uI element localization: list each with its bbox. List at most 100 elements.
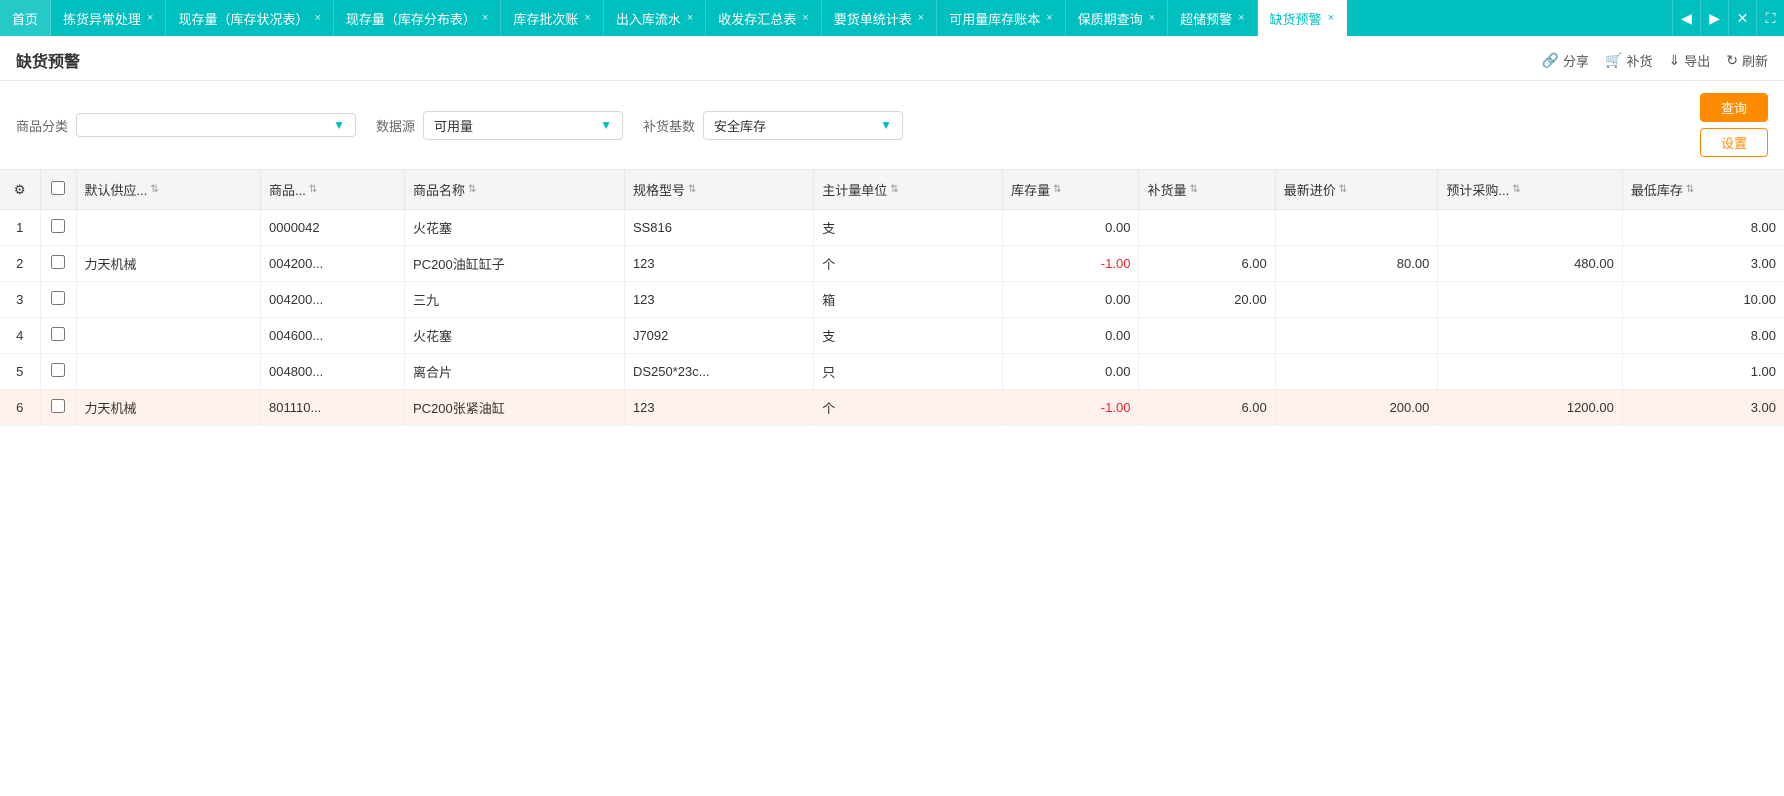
commodity-filter-group: 商品分类 ▼ [16, 113, 356, 137]
sort-icon: ⇅ [1339, 184, 1347, 195]
nav-tab-8[interactable]: 可用量库存账本 × [937, 0, 1065, 36]
row-min-stock: 1.00 [1622, 354, 1784, 390]
estimated-sort[interactable]: 预计采购... ⇅ [1446, 180, 1520, 199]
filter-action-buttons: 查询 设置 [1700, 93, 1768, 157]
replenish-sort[interactable]: 补货量 ⇅ [1147, 180, 1197, 199]
query-button[interactable]: 查询 [1700, 93, 1768, 122]
setting-button[interactable]: 设置 [1700, 128, 1768, 157]
fullscreen-button[interactable]: ⛶ [1756, 0, 1784, 36]
close-all-button[interactable]: ✕ [1728, 0, 1756, 36]
nav-tab-7[interactable]: 要货单统计表 × [822, 0, 937, 36]
nav-tab-3[interactable]: 现存量（库存分布表） × [334, 0, 501, 36]
row-replenish: 20.00 [1139, 282, 1275, 318]
close-icon[interactable]: × [687, 12, 693, 24]
gear-icon[interactable]: ⚙ [14, 182, 26, 197]
close-icon[interactable]: × [1238, 12, 1244, 24]
row-spec: 123 [624, 390, 813, 426]
nav-tab-label: 保质期查询 [1078, 9, 1143, 28]
replenish-button[interactable]: 🛒 补货 [1605, 51, 1652, 70]
close-icon[interactable]: × [314, 12, 320, 24]
table-row: 6 力天机械 801110... PC200张紧油缸 123 个 -1.00 6… [0, 390, 1784, 426]
row-spec: SS816 [624, 210, 813, 246]
share-button[interactable]: 🔗 分享 [1542, 51, 1589, 70]
nav-tab-5[interactable]: 出入库流水 × [604, 0, 706, 36]
spec-sort[interactable]: 规格型号 ⇅ [633, 180, 696, 199]
table-row: 4 004600... 火花塞 J7092 支 0.00 8.00 [0, 318, 1784, 354]
nav-tab-10[interactable]: 超储预警 × [1168, 0, 1257, 36]
replenish-select-value: 安全库存 [714, 116, 766, 135]
select-all-checkbox[interactable] [51, 181, 65, 195]
row-stock: 0.00 [1003, 318, 1139, 354]
nav-prev-button[interactable]: ◀ [1672, 0, 1700, 36]
export-button[interactable]: ⇓ 导出 [1669, 51, 1711, 70]
unit-sort[interactable]: 主计量单位 ⇅ [822, 180, 898, 199]
row-supplier: 力天机械 [76, 390, 261, 426]
row-checkbox[interactable] [51, 327, 65, 341]
row-name: 离合片 [405, 354, 625, 390]
close-icon[interactable]: × [1328, 12, 1334, 24]
replenish-icon: 🛒 [1605, 52, 1622, 69]
sort-icon: ⇅ [1053, 184, 1061, 195]
row-index: 1 [0, 210, 40, 246]
estimated-column-header: 预计采购... ⇅ [1438, 170, 1623, 210]
nav-next-button[interactable]: ▶ [1700, 0, 1728, 36]
close-icon[interactable]: × [1046, 12, 1052, 24]
nav-tab-4[interactable]: 库存批次账 × [501, 0, 603, 36]
name-sort[interactable]: 商品名称 ⇅ [413, 180, 476, 199]
row-code: 004200... [261, 246, 405, 282]
row-checkbox[interactable] [51, 255, 65, 269]
replenish-header-label: 补货量 [1147, 180, 1186, 199]
datasource-select[interactable]: 可用量 ▼ [423, 111, 623, 140]
row-index: 5 [0, 354, 40, 390]
code-sort[interactable]: 商品... ⇅ [269, 180, 317, 199]
row-latest-price [1275, 354, 1438, 390]
nav-controls: ◀ ▶ ✕ ⛶ [1672, 0, 1784, 36]
nav-tab-2[interactable]: 现存量（库存状况表） × [166, 0, 333, 36]
supplier-sort[interactable]: 默认供应... ⇅ [85, 180, 159, 199]
row-min-stock: 8.00 [1622, 210, 1784, 246]
min-stock-sort[interactable]: 最低库存 ⇅ [1631, 180, 1694, 199]
row-unit: 支 [814, 318, 1003, 354]
table-row: 2 力天机械 004200... PC200油缸缸子 123 个 -1.00 6… [0, 246, 1784, 282]
refresh-button[interactable]: ↻ 刷新 [1726, 51, 1768, 70]
row-checkbox[interactable] [51, 363, 65, 377]
close-icon[interactable]: × [482, 12, 488, 24]
code-header-label: 商品... [269, 180, 306, 199]
close-icon[interactable]: × [802, 12, 808, 24]
close-icon[interactable]: × [147, 12, 153, 24]
export-label: 导出 [1684, 51, 1710, 70]
close-icon[interactable]: × [584, 12, 590, 24]
row-unit: 个 [814, 246, 1003, 282]
row-supplier [76, 282, 261, 318]
nav-tab-9[interactable]: 保质期查询 × [1066, 0, 1168, 36]
stock-header-label: 库存量 [1011, 180, 1050, 199]
close-icon[interactable]: × [1149, 12, 1155, 24]
row-spec: 123 [624, 246, 813, 282]
table-header-row: ⚙ 默认供应... ⇅ 商品... ⇅ [0, 170, 1784, 210]
nav-tab-1[interactable]: 拣货异常处理 × [51, 0, 166, 36]
stock-sort[interactable]: 库存量 ⇅ [1011, 180, 1061, 199]
chevron-down-icon: ▼ [600, 118, 612, 132]
row-checkbox-cell [40, 210, 76, 246]
row-checkbox[interactable] [51, 291, 65, 305]
nav-tab-11[interactable]: 缺货预警 × [1258, 0, 1347, 36]
replenish-select[interactable]: 安全库存 ▼ [703, 111, 903, 140]
latest-price-sort[interactable]: 最新进价 ⇅ [1284, 180, 1347, 199]
nav-tab-6[interactable]: 收发存汇总表 × [706, 0, 821, 36]
row-checkbox[interactable] [51, 219, 65, 233]
gear-column-header: ⚙ [0, 170, 40, 210]
nav-tab-label: 要货单统计表 [834, 9, 912, 28]
nav-tab-home[interactable]: 首页 [0, 0, 51, 36]
commodity-select[interactable]: ▼ [76, 113, 356, 137]
datasource-label: 数据源 [376, 116, 415, 135]
stock-column-header: 库存量 ⇅ [1003, 170, 1139, 210]
nav-tab-label: 可用量库存账本 [949, 9, 1040, 28]
row-checkbox[interactable] [51, 399, 65, 413]
row-estimated [1438, 318, 1623, 354]
row-stock: 0.00 [1003, 354, 1139, 390]
datasource-select-value: 可用量 [434, 116, 473, 135]
row-estimated [1438, 210, 1623, 246]
row-latest-price [1275, 318, 1438, 354]
close-icon[interactable]: × [918, 12, 924, 24]
row-supplier [76, 210, 261, 246]
